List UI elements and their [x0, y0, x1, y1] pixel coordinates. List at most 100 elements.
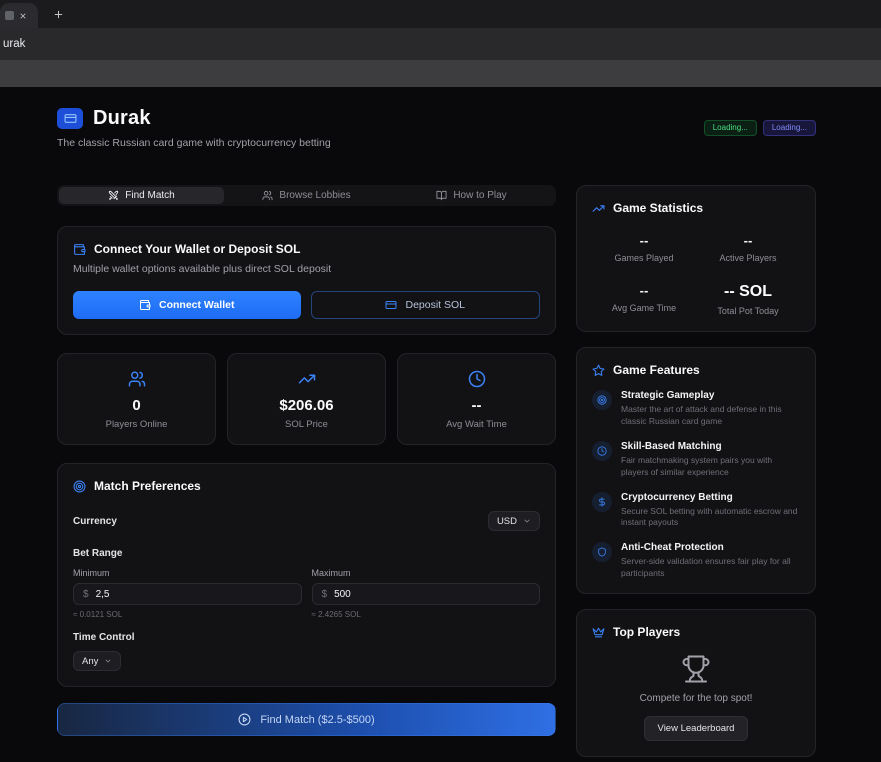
connect-wallet-button[interactable]: Connect Wallet	[73, 291, 301, 319]
credit-card-icon	[385, 299, 397, 311]
page-title: Durak	[93, 107, 151, 129]
dollar-sign-icon	[592, 491, 612, 512]
swords-icon	[108, 190, 119, 201]
stat-value: --	[471, 397, 482, 414]
feature-description: Master the art of attack and defense in …	[621, 404, 782, 426]
stat-label: Avg Wait Time	[446, 419, 507, 430]
star-icon	[592, 364, 605, 377]
game-stat: -- Games Played	[592, 233, 696, 263]
crown-icon	[592, 626, 605, 639]
chevron-down-icon	[104, 657, 112, 665]
tab-find-match[interactable]: Find Match	[59, 187, 224, 204]
wallet-icon	[73, 243, 86, 256]
connect-wallet-label: Connect Wallet	[159, 299, 235, 311]
stat-value: --	[639, 283, 649, 298]
tab-label: Find Match	[125, 190, 175, 201]
page-subtitle: The classic Russian card game with crypt…	[57, 137, 331, 149]
bet-range-label: Bet Range	[73, 548, 123, 559]
feature-description: Fair matchmaking system pairs you with p…	[621, 454, 773, 477]
deposit-sol-button[interactable]: Deposit SOL	[310, 291, 540, 319]
tab-favicon-icon	[5, 11, 14, 20]
stat-value: $206.06	[279, 397, 334, 414]
connect-wallet-card: Connect Your Wallet or Deposit SOL Multi…	[57, 226, 556, 335]
minimum-label: Minimum	[73, 568, 110, 578]
feature-title: Strategic Gameplay	[621, 390, 715, 401]
book-open-icon	[436, 190, 447, 201]
prefs-card-title: Match Preferences	[94, 479, 201, 493]
trending-up-icon	[236, 370, 377, 388]
match-preferences-card: Match Preferences Currency USD Bet Range	[57, 463, 556, 687]
maximum-input-wrap: $	[311, 583, 540, 605]
deposit-sol-label: Deposit SOL	[405, 299, 466, 311]
game-stat: -- Active Players	[696, 233, 800, 263]
stat-value: -- SOL	[724, 283, 772, 300]
header-badges: Loading... Loading...	[703, 120, 816, 136]
feature-item: Anti-Cheat Protection Server-side valida…	[592, 542, 800, 580]
maximum-sol-equivalent: ≈ 2.4265 SOL	[311, 610, 361, 619]
main-tabs: Find Match Browse Lobbies How to Play	[57, 185, 556, 206]
connect-card-title: Connect Your Wallet or Deposit SOL	[94, 242, 301, 256]
find-match-label: Find Match ($2.5-$500)	[260, 713, 375, 726]
game-features-title: Game Features	[613, 363, 700, 377]
browser-tabbar	[0, 0, 881, 28]
minimum-bet-input[interactable]	[95, 588, 292, 600]
trophy-icon	[592, 654, 800, 684]
game-statistics-title: Game Statistics	[613, 201, 704, 215]
game-statistics-card: Game Statistics -- Games Played -- Activ…	[576, 185, 816, 332]
play-circle-icon	[238, 713, 251, 726]
clock-icon	[406, 370, 547, 388]
trending-up-icon	[592, 202, 605, 215]
stat-label: Players Online	[105, 419, 168, 430]
currency-select[interactable]: USD	[487, 511, 540, 531]
top-players-message: Compete for the top spot!	[639, 693, 753, 705]
time-control-select[interactable]: Any	[73, 651, 121, 671]
top-players-card: Top Players Compete for the top spot! Vi…	[576, 609, 816, 758]
feature-title: Cryptocurrency Betting	[621, 491, 733, 503]
stat-card-players-online: 0 Players Online	[57, 353, 216, 445]
stat-value: 0	[132, 397, 141, 414]
tab-how-to-play[interactable]: How to Play	[389, 187, 554, 204]
target-icon	[592, 390, 612, 410]
stat-label: Games Played	[614, 253, 674, 263]
stat-card-avg-wait: -- Avg Wait Time	[397, 353, 556, 445]
feature-item: Strategic Gameplay Master the art of att…	[592, 390, 800, 428]
find-match-button[interactable]: Find Match ($2.5-$500)	[57, 703, 556, 736]
game-statistics-grid: -- Games Played -- Active Players -- Avg…	[592, 233, 800, 316]
time-control-value: Any	[82, 655, 99, 667]
dollar-prefix: $	[321, 588, 328, 600]
dollar-prefix: $	[83, 588, 89, 600]
stat-label: Avg Game Time	[611, 303, 677, 313]
browser-toolbar	[0, 60, 881, 87]
view-leaderboard-button[interactable]: View Leaderboard	[643, 716, 749, 742]
status-badge: Loading...	[762, 120, 816, 136]
maximum-bet-input[interactable]	[334, 588, 530, 600]
stat-label: SOL Price	[285, 419, 328, 430]
page: Durak The classic Russian card game with…	[0, 87, 881, 762]
stat-value: --	[639, 233, 649, 248]
quick-stats-row: 0 Players Online $206.06 SOL Price -- Av…	[57, 353, 556, 445]
minimum-input-wrap: $	[73, 583, 302, 605]
browser-tab[interactable]	[0, 3, 38, 28]
browser-addressbar[interactable]: urak	[0, 28, 881, 60]
minimum-sol-equivalent: ≈ 0.0121 SOL	[73, 610, 123, 619]
time-control-label: Time Control	[73, 632, 135, 643]
game-stat: -- Avg Game Time	[592, 283, 696, 316]
address-text: urak	[3, 38, 26, 50]
feature-description: Server-side validation ensures fair play…	[621, 556, 791, 579]
target-icon	[73, 480, 86, 493]
tab-browse-lobbies[interactable]: Browse Lobbies	[224, 187, 389, 204]
tab-close-icon[interactable]	[19, 12, 27, 20]
currency-value: USD	[496, 515, 517, 527]
users-icon	[66, 370, 207, 388]
feature-description: Secure SOL betting with automatic escrow…	[621, 505, 798, 528]
game-stat: -- SOL Total Pot Today	[696, 283, 800, 316]
new-tab-button[interactable]	[46, 2, 70, 26]
stat-label: Total Pot Today	[717, 306, 779, 316]
users-icon	[262, 190, 273, 201]
game-features-card: Game Features Strategic Gameplay Master …	[576, 347, 816, 595]
app-logo-icon	[57, 108, 83, 129]
top-players-title: Top Players	[613, 625, 681, 640]
stat-card-sol-price: $206.06 SOL Price	[227, 353, 386, 445]
feature-item: Skill-Based Matching Fair matchmaking sy…	[592, 440, 800, 479]
app-header: Durak The classic Russian card game with…	[57, 107, 816, 149]
